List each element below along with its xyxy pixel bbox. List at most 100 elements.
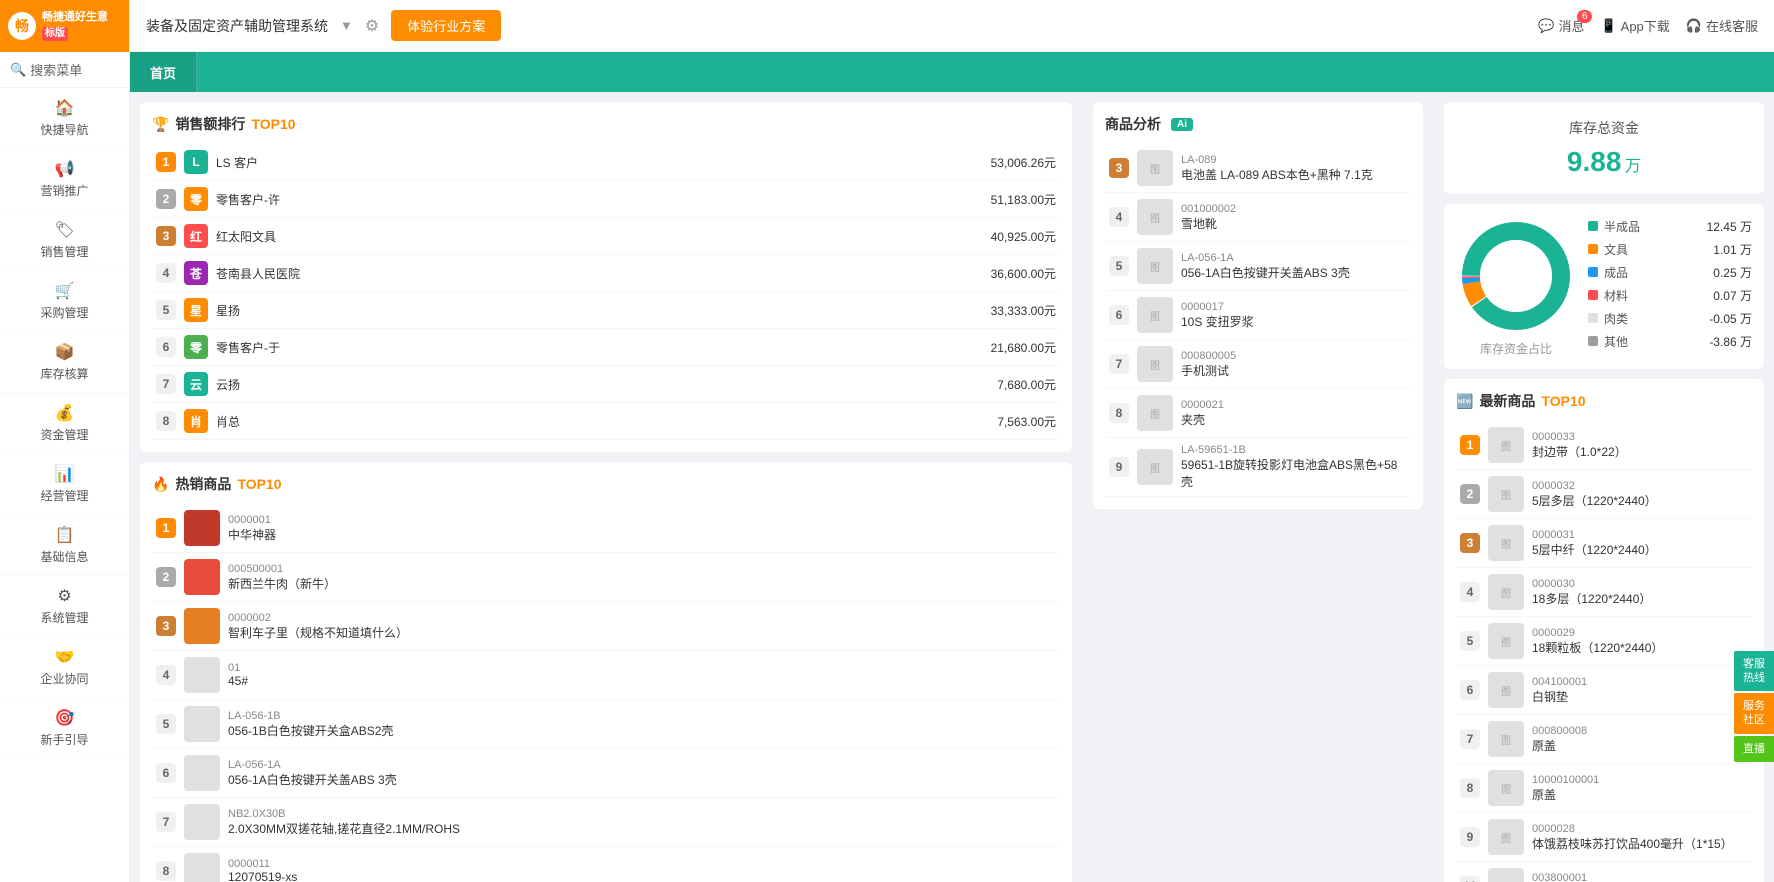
fire-icon: 🔥 (152, 476, 169, 493)
new-product-item: 5 图 0000029 18颗粒板（1220*2440） (1456, 617, 1752, 666)
legend-item: 其他 -3.86 万 (1588, 333, 1752, 350)
headset-icon: 🎧 (1686, 18, 1702, 34)
legend-dot (1588, 336, 1598, 346)
hot-product-item: 2 000500001 新西兰牛肉（新牛） (152, 553, 1060, 602)
product-name: 封边带（1.0*22） (1532, 443, 1748, 460)
hot-product-item: 6 LA-056-1A 056-1A白色按键开关盖ABS 3壳 (152, 749, 1060, 798)
product-thumb: 图 (1488, 770, 1524, 806)
app-download-btn[interactable]: 📱 App下载 (1600, 16, 1669, 35)
sidebar-menu: 🏠快捷导航📢营销推广🏷销售管理🛒采购管理📦库存核算💰资金管理📊经营管理📋基础信息… (0, 88, 129, 882)
online-service-btn[interactable]: 🎧 在线客服 (1686, 16, 1758, 35)
sidebar-search[interactable]: 🔍 搜索菜单 (0, 52, 129, 88)
product-thumb: 图 (1488, 672, 1524, 708)
sidebar-item-finance[interactable]: 💰资金管理 (0, 393, 129, 454)
sidebar-icon-inventory: 📦 (55, 342, 75, 362)
sales-rank-item: 3 红 红太阳文具 40,925.00元 (152, 218, 1060, 255)
rank-num-6: 6 (1460, 680, 1480, 700)
sidebar-item-corp-collab[interactable]: 🤝企业协同 (0, 637, 129, 698)
product-code: 01 (228, 662, 1056, 674)
product-code: 001000002 (1181, 203, 1407, 215)
sidebar-label-marketing: 营销推广 (40, 182, 88, 199)
product-code: NB2.0X30B (228, 808, 1056, 820)
rank-num-3: 3 (156, 226, 176, 246)
rank-num-4: 4 (1109, 207, 1129, 227)
rank-avatar: L (184, 150, 208, 174)
customer-service-btn[interactable]: 客服热线 (1734, 651, 1774, 692)
product-thumb (184, 853, 220, 882)
product-code: 000800008 (1532, 725, 1748, 737)
product-code: LA-089 (1181, 154, 1407, 166)
legend-name: 半成品 (1604, 218, 1701, 235)
trial-button[interactable]: 体验行业方案 (391, 10, 501, 41)
rank-num-7: 7 (1109, 354, 1129, 374)
sidebar-label-quick-nav: 快捷导航 (40, 121, 88, 138)
sales-rank-item: 2 零 零售客户-许 51,183.00元 (152, 181, 1060, 218)
new-product-item: 7 图 000800008 原盖 (1456, 715, 1752, 764)
rank-amount: 7,680.00元 (997, 376, 1056, 393)
product-name: 5层多层（1220*2440） (1532, 492, 1748, 509)
product-code: 0000031 (1532, 529, 1748, 541)
tab-home[interactable]: 首页 (130, 52, 197, 92)
rank-amount: 21,680.00元 (991, 339, 1056, 356)
legend-item: 成品 0.25 万 (1588, 264, 1752, 281)
rank-avatar: 零 (184, 335, 208, 359)
product-name: 电池盖 LA-089 ABS本色+黑种 7.1克 (1181, 166, 1407, 183)
sidebar-item-sys-mgmt[interactable]: ⚙系统管理 (0, 576, 129, 637)
product-thumb (184, 657, 220, 693)
sidebar-item-newbie[interactable]: 🎯新手引导 (0, 698, 129, 759)
sidebar-item-inventory[interactable]: 📦库存核算 (0, 332, 129, 393)
live-btn[interactable]: 直播 (1734, 736, 1774, 762)
system-name: 装备及固定资产辅助管理系统 (146, 16, 328, 36)
mid-product-item: 5 图 LA-056-1A 056-1A白色按键开关盖ABS 3壳 (1105, 242, 1411, 291)
rank-num-9: 9 (1109, 457, 1129, 477)
rank-num-6: 6 (1109, 305, 1129, 325)
product-name: 5层中纤（1220*2440） (1532, 541, 1748, 558)
sidebar-item-purchase[interactable]: 🛒采购管理 (0, 271, 129, 332)
new-product-item: 3 图 0000031 5层中纤（1220*2440） (1456, 519, 1752, 568)
product-name: 59651-1B旋转投影灯电池盒ABS黑色+58壳 (1181, 456, 1407, 490)
donut-svg (1456, 216, 1576, 336)
rank-amount: 53,006.26元 (991, 154, 1056, 171)
product-code: LA-056-1B (228, 710, 1056, 722)
message-icon: 💬 (1538, 18, 1554, 34)
sidebar-icon-operations: 📊 (55, 464, 75, 484)
hot-product-item: 4 01 45# (152, 651, 1060, 700)
message-btn[interactable]: 💬 消息 6 (1538, 16, 1584, 35)
rank-name: 星扬 (216, 302, 983, 319)
product-thumb: 图 (1488, 721, 1524, 757)
product-thumb: 图 (1488, 476, 1524, 512)
new-products-card: 🆕 最新商品 TOP10 1 图 0000033 封边带（1.0*22） 2 图… (1444, 379, 1764, 882)
product-thumb: 图 (1137, 346, 1173, 382)
product-code: 000800005 (1181, 350, 1407, 362)
sidebar-item-sales[interactable]: 🏷销售管理 (0, 210, 129, 271)
product-name: 056-1A白色按键开关盖ABS 3壳 (1181, 264, 1407, 281)
sidebar-item-operations[interactable]: 📊经营管理 (0, 454, 129, 515)
sales-ranking-title: 🏆 销售额排行 TOP10 (152, 114, 1060, 134)
legend-val: 1.01 万 (1713, 241, 1752, 258)
sidebar-item-marketing[interactable]: 📢营销推广 (0, 149, 129, 210)
sidebar-label-basic-info: 基础信息 (40, 548, 88, 565)
rank-name: 苍南县人民医院 (216, 265, 983, 282)
sidebar-item-basic-info[interactable]: 📋基础信息 (0, 515, 129, 576)
dropdown-icon[interactable]: ▼ (340, 18, 353, 33)
rank-num-10: 10 (1460, 876, 1480, 882)
rank-num-3: 3 (1460, 533, 1480, 553)
rank-num-4: 4 (1460, 582, 1480, 602)
product-thumb: 图 (1137, 248, 1173, 284)
rank-amount: 36,600.00元 (991, 265, 1056, 282)
mid-product-item: 6 图 0000017 10S 变扭罗浆 (1105, 291, 1411, 340)
product-name: 12070519-xs (228, 870, 1056, 882)
service-community-btn[interactable]: 服务社区 (1734, 693, 1774, 734)
sales-rank-item: 4 苍 苍南县人民医院 36,600.00元 (152, 255, 1060, 292)
donut-footer: 库存资金占比 (1456, 340, 1576, 357)
product-name: 中华神器 (228, 526, 1056, 543)
product-code: 0000001 (228, 514, 1056, 526)
legend-name: 肉类 (1604, 310, 1703, 327)
product-code: 000500001 (228, 563, 1056, 575)
sidebar-item-quick-nav[interactable]: 🏠快捷导航 (0, 88, 129, 149)
rank-num-4: 4 (156, 665, 176, 685)
legend-dot (1588, 290, 1598, 300)
rank-num-8: 8 (156, 411, 176, 431)
sales-rank-item: 6 零 零售客户-于 21,680.00元 (152, 329, 1060, 366)
gear-icon[interactable]: ⚙ (365, 16, 379, 36)
